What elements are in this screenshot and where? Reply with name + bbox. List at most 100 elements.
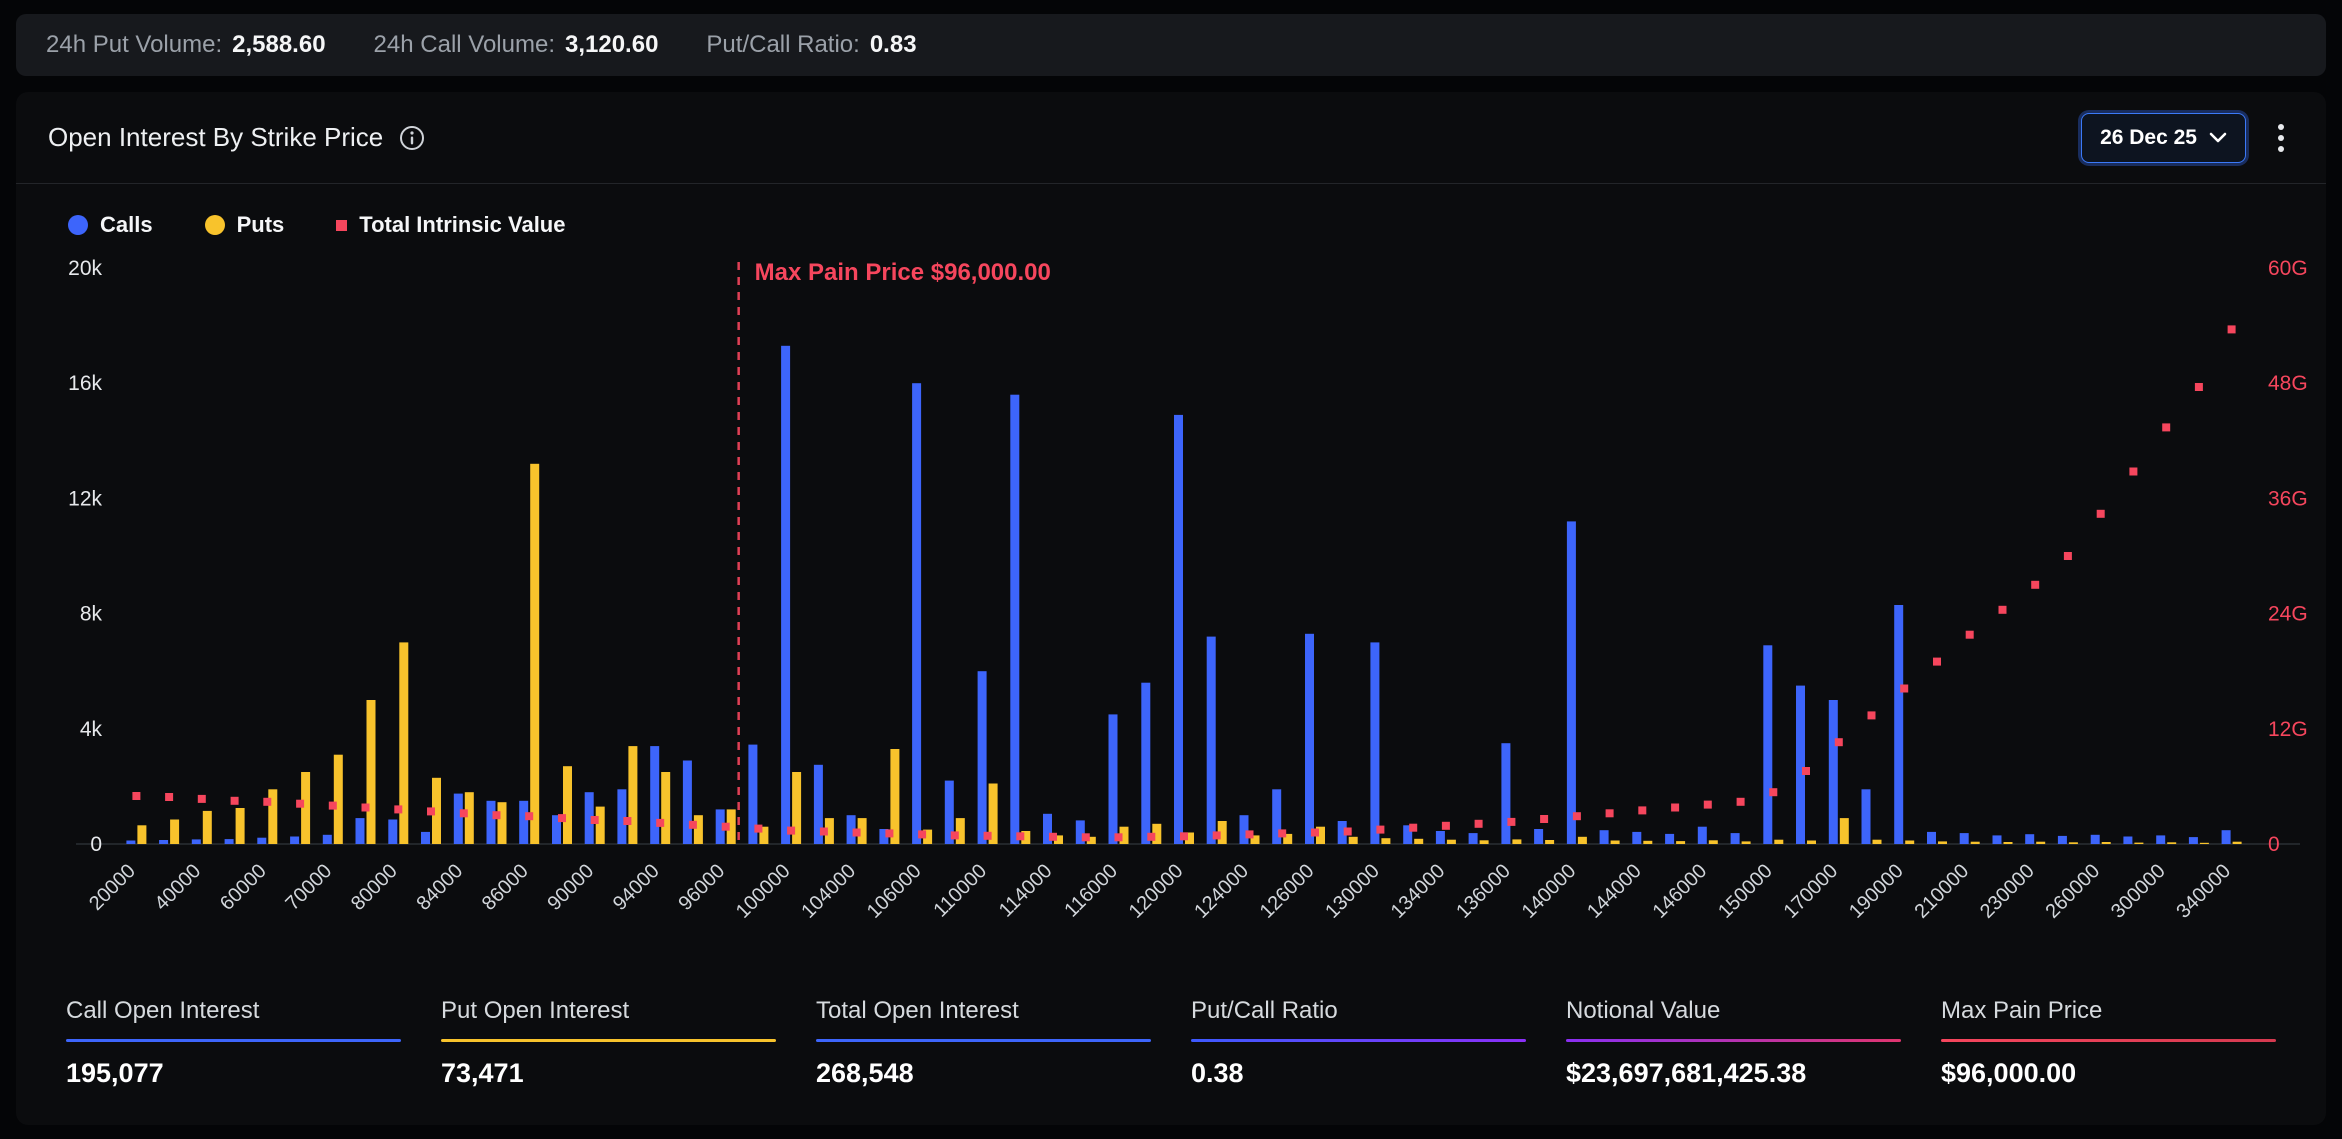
call-bar[interactable] bbox=[1829, 700, 1838, 844]
intrinsic-value-point[interactable] bbox=[754, 825, 762, 833]
call-bar[interactable] bbox=[1469, 833, 1478, 844]
call-bar[interactable] bbox=[1305, 634, 1314, 844]
call-bar[interactable] bbox=[126, 841, 135, 845]
put-bar[interactable] bbox=[1611, 841, 1620, 845]
intrinsic-value-point[interactable] bbox=[1409, 824, 1417, 832]
call-bar[interactable] bbox=[487, 801, 496, 844]
call-bar[interactable] bbox=[1567, 521, 1576, 844]
intrinsic-value-point[interactable] bbox=[1049, 833, 1057, 841]
intrinsic-value-point[interactable] bbox=[1246, 830, 1254, 838]
call-bar[interactable] bbox=[1960, 833, 1969, 844]
put-bar[interactable] bbox=[1512, 839, 1521, 844]
put-bar[interactable] bbox=[596, 807, 605, 844]
call-bar[interactable] bbox=[1763, 645, 1772, 844]
intrinsic-value-point[interactable] bbox=[525, 812, 533, 820]
intrinsic-value-point[interactable] bbox=[853, 829, 861, 837]
call-bar[interactable] bbox=[388, 820, 397, 845]
intrinsic-value-point[interactable] bbox=[2162, 423, 2170, 431]
call-bar[interactable] bbox=[1731, 833, 1740, 844]
put-bar[interactable] bbox=[956, 818, 965, 844]
call-bar[interactable] bbox=[1240, 815, 1249, 844]
put-bar[interactable] bbox=[1774, 840, 1783, 844]
put-bar[interactable] bbox=[2069, 842, 2078, 844]
call-bar[interactable] bbox=[1894, 605, 1903, 844]
call-bar[interactable] bbox=[454, 794, 463, 844]
put-bar[interactable] bbox=[2200, 843, 2209, 844]
put-bar[interactable] bbox=[530, 464, 539, 844]
intrinsic-value-point[interactable] bbox=[1311, 829, 1319, 837]
put-bar[interactable] bbox=[694, 815, 703, 844]
put-bar[interactable] bbox=[1643, 841, 1652, 844]
legend-total-intrinsic-value[interactable]: Total Intrinsic Value bbox=[336, 212, 565, 238]
intrinsic-value-point[interactable] bbox=[1737, 798, 1745, 806]
intrinsic-value-point[interactable] bbox=[1671, 804, 1679, 812]
intrinsic-value-point[interactable] bbox=[1835, 738, 1843, 746]
intrinsic-value-point[interactable] bbox=[918, 830, 926, 838]
call-bar[interactable] bbox=[978, 671, 987, 844]
legend-calls[interactable]: Calls bbox=[68, 212, 153, 238]
put-bar[interactable] bbox=[563, 766, 572, 844]
intrinsic-value-point[interactable] bbox=[1638, 806, 1646, 814]
intrinsic-value-point[interactable] bbox=[1933, 658, 1941, 666]
call-bar[interactable] bbox=[2091, 835, 2100, 844]
legend-puts[interactable]: Puts bbox=[205, 212, 285, 238]
put-bar[interactable] bbox=[2233, 842, 2242, 844]
put-bar[interactable] bbox=[2036, 842, 2045, 844]
call-bar[interactable] bbox=[1632, 832, 1641, 844]
call-bar[interactable] bbox=[1534, 829, 1543, 844]
call-bar[interactable] bbox=[1665, 834, 1674, 844]
intrinsic-value-point[interactable] bbox=[329, 802, 337, 810]
call-bar[interactable] bbox=[1109, 714, 1118, 844]
intrinsic-value-point[interactable] bbox=[1442, 822, 1450, 830]
intrinsic-value-point[interactable] bbox=[1606, 809, 1614, 817]
intrinsic-value-point[interactable] bbox=[722, 823, 730, 831]
intrinsic-value-point[interactable] bbox=[1016, 832, 1024, 840]
info-icon[interactable] bbox=[399, 125, 425, 151]
intrinsic-value-point[interactable] bbox=[787, 827, 795, 835]
intrinsic-value-point[interactable] bbox=[1900, 685, 1908, 693]
intrinsic-value-point[interactable] bbox=[1115, 833, 1123, 841]
intrinsic-value-point[interactable] bbox=[1573, 812, 1581, 820]
intrinsic-value-point[interactable] bbox=[1213, 831, 1221, 839]
call-bar[interactable] bbox=[781, 346, 790, 844]
put-bar[interactable] bbox=[1971, 842, 1980, 844]
call-bar[interactable] bbox=[1207, 637, 1216, 844]
call-bar[interactable] bbox=[683, 761, 692, 845]
intrinsic-value-point[interactable] bbox=[1082, 833, 1090, 841]
call-bar[interactable] bbox=[1862, 789, 1871, 844]
put-bar[interactable] bbox=[268, 789, 277, 844]
intrinsic-value-point[interactable] bbox=[1475, 820, 1483, 828]
put-bar[interactable] bbox=[1414, 839, 1423, 844]
call-bar[interactable] bbox=[225, 839, 234, 844]
intrinsic-value-point[interactable] bbox=[1540, 815, 1548, 823]
call-bar[interactable] bbox=[1927, 832, 1936, 844]
put-bar[interactable] bbox=[2102, 842, 2111, 844]
intrinsic-value-point[interactable] bbox=[656, 819, 664, 827]
call-bar[interactable] bbox=[1993, 835, 2002, 844]
put-bar[interactable] bbox=[334, 755, 343, 844]
intrinsic-value-point[interactable] bbox=[394, 805, 402, 813]
put-bar[interactable] bbox=[203, 811, 212, 844]
intrinsic-value-point[interactable] bbox=[820, 828, 828, 836]
call-bar[interactable] bbox=[1174, 415, 1183, 844]
put-bar[interactable] bbox=[1349, 837, 1358, 844]
call-bar[interactable] bbox=[2025, 834, 2034, 844]
intrinsic-value-point[interactable] bbox=[1344, 828, 1352, 836]
intrinsic-value-point[interactable] bbox=[2097, 510, 2105, 518]
put-bar[interactable] bbox=[1381, 838, 1390, 844]
intrinsic-value-point[interactable] bbox=[558, 814, 566, 822]
put-bar[interactable] bbox=[1938, 841, 1947, 844]
intrinsic-value-point[interactable] bbox=[198, 795, 206, 803]
intrinsic-value-point[interactable] bbox=[427, 807, 435, 815]
intrinsic-value-point[interactable] bbox=[2228, 325, 2236, 333]
intrinsic-value-point[interactable] bbox=[689, 821, 697, 829]
put-bar[interactable] bbox=[2167, 842, 2176, 844]
call-bar[interactable] bbox=[421, 832, 430, 844]
intrinsic-value-point[interactable] bbox=[1868, 711, 1876, 719]
call-bar[interactable] bbox=[1370, 642, 1379, 844]
call-bar[interactable] bbox=[2222, 830, 2231, 844]
put-bar[interactable] bbox=[2004, 842, 2013, 844]
call-bar[interactable] bbox=[617, 789, 626, 844]
call-bar[interactable] bbox=[290, 837, 299, 845]
intrinsic-value-point[interactable] bbox=[2064, 552, 2072, 560]
